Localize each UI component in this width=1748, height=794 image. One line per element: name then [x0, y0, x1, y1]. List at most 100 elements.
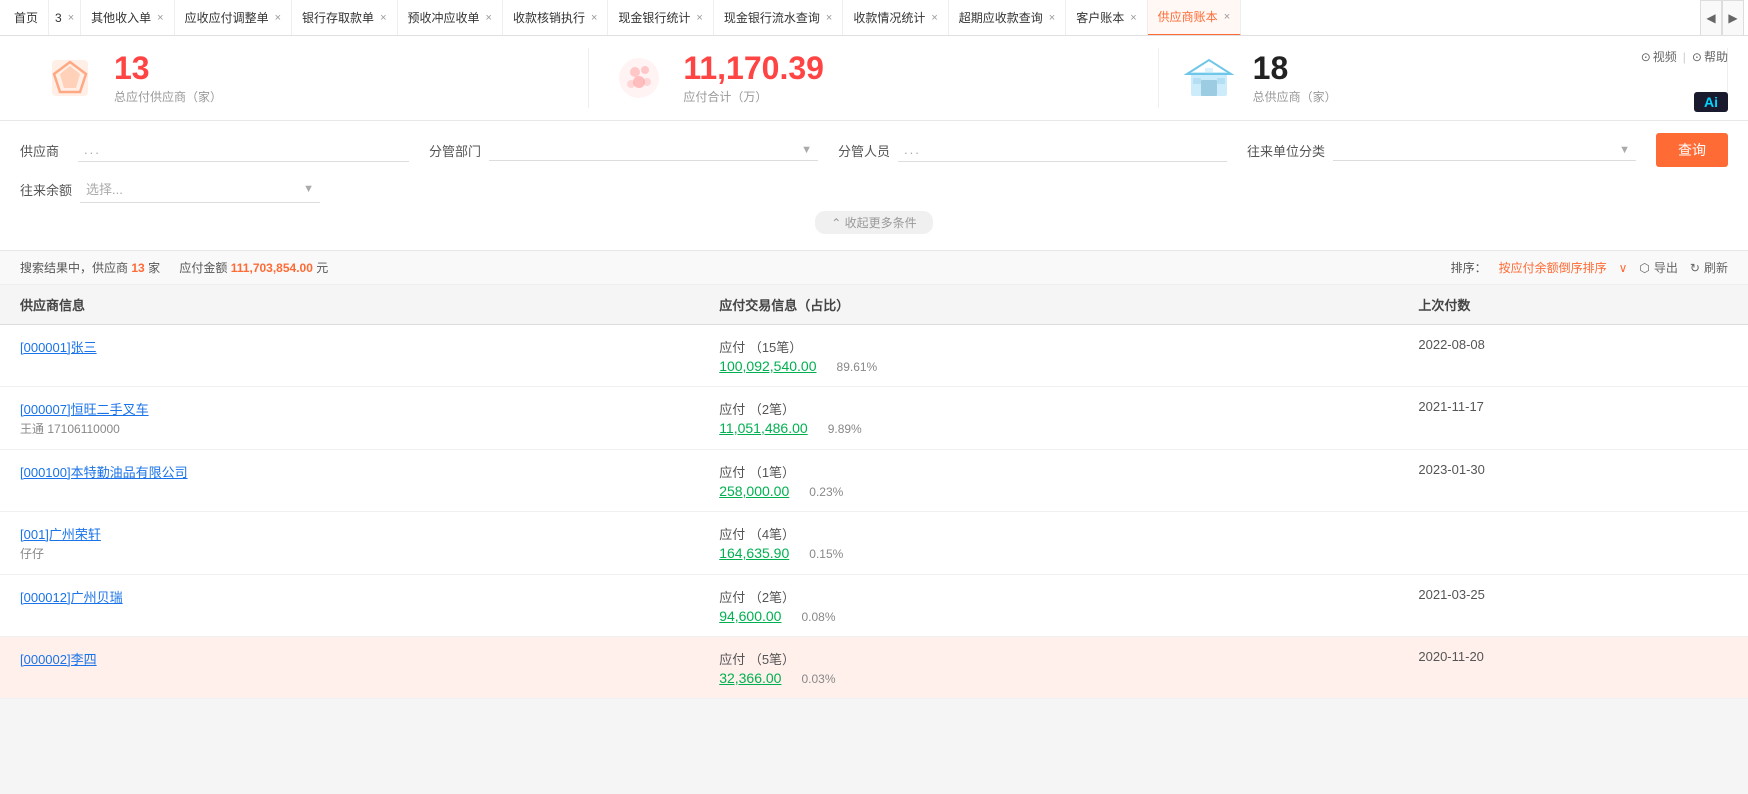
- amount-suffix: 元: [316, 261, 328, 275]
- col-supplier-info: 供应商信息: [0, 285, 699, 325]
- filter-category: 往来单位分类 ▼: [1247, 140, 1636, 161]
- tx-label: 应付: [719, 340, 745, 355]
- tx-percent: 0.03%: [801, 672, 835, 686]
- category-arrow-icon: ▼: [1619, 144, 1630, 156]
- tx-label: 应付: [719, 402, 745, 417]
- tx-cell: 应付 （4笔） 164,635.90 0.15%: [699, 512, 1398, 575]
- tx-amount[interactable]: 258,000.00: [719, 483, 789, 499]
- toolbar-right: 排序： 按应付余额倒序排序 ∨ ⬡ 导出 ↻ 刷新: [1451, 259, 1728, 276]
- tx-count: （15笔）: [749, 340, 802, 355]
- col-tx-info: 应付交易信息（占比）: [699, 285, 1398, 325]
- tx-amount-row: 94,600.00 0.08%: [719, 608, 1378, 624]
- tx-cell: 应付 （1笔） 258,000.00 0.23%: [699, 450, 1398, 512]
- help-link[interactable]: 帮助: [1704, 48, 1728, 65]
- tx-label: 应付: [719, 465, 745, 480]
- nav-tab-customer-ledger[interactable]: 客户账本 ×: [1066, 0, 1147, 36]
- supplier-cell: [000100]本特勤油品有限公司: [0, 450, 699, 512]
- dept-select[interactable]: ▼: [489, 140, 818, 161]
- nav-tab-home[interactable]: 首页: [4, 0, 49, 36]
- tx-count: （1笔）: [749, 465, 795, 480]
- nav-tab-prepay-offset-label: 预收冲应收单: [408, 9, 480, 26]
- table-row: [000001]张三 应付 （15笔） 100,092,540.00 89.61…: [0, 325, 1748, 387]
- nav-tab-prepay-offset[interactable]: 预收冲应收单 ×: [398, 0, 503, 36]
- nav-next-arrow[interactable]: ▶: [1722, 0, 1744, 36]
- summary-total-suppliers-text: 18 总供应商（家）: [1253, 52, 1337, 105]
- supplier-dots: ...: [84, 142, 101, 157]
- table-row: [000002]李四 应付 （5笔） 32,366.00 0.03% 2020-…: [0, 637, 1748, 699]
- supplier-link[interactable]: [000012]广州贝瑞: [20, 590, 123, 605]
- nav-tab-cash-bank-stat-close[interactable]: ×: [696, 12, 702, 24]
- tx-amount[interactable]: 164,635.90: [719, 545, 789, 561]
- supplier-link[interactable]: [000002]李四: [20, 652, 97, 667]
- video-icon: ⊙: [1641, 50, 1651, 64]
- nav-tab-ar-ap-adjust-close[interactable]: ×: [275, 12, 281, 24]
- filter-supplier: 供应商 ...: [20, 138, 409, 162]
- store-icon: [1179, 48, 1239, 108]
- nav-tab-prepay-offset-close[interactable]: ×: [486, 12, 492, 24]
- balance-arrow-icon: ▼: [303, 183, 314, 195]
- sort-value[interactable]: 按应付余额倒序排序: [1499, 259, 1607, 276]
- nav-tab-overdue-ar-label: 超期应收款查询: [959, 9, 1043, 26]
- nav-tab-customer-ledger-close[interactable]: ×: [1130, 12, 1136, 24]
- person-dots: ...: [904, 142, 921, 157]
- tx-amount[interactable]: 32,366.00: [719, 670, 781, 686]
- nav-prev-arrow[interactable]: ◀: [1700, 0, 1722, 36]
- category-select[interactable]: ▼: [1333, 140, 1636, 161]
- tx-label-row: 应付 （1笔）: [719, 462, 1378, 481]
- filter-dept: 分管部门 ▼: [429, 140, 818, 161]
- nav-tab-3-close[interactable]: ×: [68, 12, 74, 24]
- export-button[interactable]: ⬡ 导出: [1639, 259, 1678, 276]
- nav-tab-bank-deposit[interactable]: 银行存取款单 ×: [292, 0, 397, 36]
- supplier-link[interactable]: [000001]张三: [20, 340, 97, 355]
- balance-select[interactable]: 选择... ▼: [80, 175, 320, 203]
- nav-tab-supplier-ledger[interactable]: 供应商账本 ×: [1148, 0, 1241, 36]
- person-input[interactable]: ...: [898, 138, 1227, 162]
- nav-tab-collection-verify-close[interactable]: ×: [591, 12, 597, 24]
- summary-payable-total: 11,170.39 应付合计（万）: [589, 48, 1158, 108]
- tx-label-row: 应付 （2笔）: [719, 399, 1378, 418]
- tx-percent: 89.61%: [837, 360, 878, 374]
- filter-row-1: 供应商 ... 分管部门 ▼ 分管人员 ... 往来单位分类 ▼: [20, 133, 1728, 167]
- summary-payable-total-text: 11,170.39 应付合计（万）: [683, 52, 824, 105]
- last-payment-cell: 2022-08-08: [1398, 325, 1748, 387]
- nav-tab-ar-ap-adjust[interactable]: 应收应付调整单 ×: [175, 0, 292, 36]
- ai-button[interactable]: Ai: [1694, 92, 1728, 112]
- supplier-link[interactable]: [000007]恒旺二手叉车: [20, 402, 149, 417]
- last-payment-date: 2023-01-30: [1418, 462, 1485, 477]
- nav-tab-bank-deposit-close[interactable]: ×: [380, 12, 386, 24]
- export-label[interactable]: 导出: [1654, 259, 1678, 276]
- nav-tab-other-income-close[interactable]: ×: [157, 12, 163, 24]
- data-table-area: 供应商信息 应付交易信息（占比） 上次付数 [000001]张三 应付 （15笔…: [0, 285, 1748, 699]
- tx-amount[interactable]: 11,051,486.00: [719, 420, 808, 436]
- nav-tab-overdue-ar[interactable]: 超期应收款查询 ×: [949, 0, 1066, 36]
- nav-tab-collection-stat-label: 收款情况统计: [853, 9, 925, 26]
- video-link[interactable]: 视频: [1653, 48, 1677, 65]
- nav-tab-supplier-ledger-close[interactable]: ×: [1224, 11, 1230, 23]
- supplier-link[interactable]: [001]广州荣轩: [20, 527, 101, 542]
- sort-arrow-icon[interactable]: ∨: [1619, 261, 1628, 275]
- grain-icon: [609, 48, 669, 108]
- nav-tab-collection-stat[interactable]: 收款情况统计 ×: [843, 0, 948, 36]
- tx-amount[interactable]: 94,600.00: [719, 608, 781, 624]
- nav-tab-other-income[interactable]: 其他收入单 ×: [81, 0, 174, 36]
- nav-tab-cash-flow-query-close[interactable]: ×: [826, 12, 832, 24]
- tx-amount[interactable]: 100,092,540.00: [719, 358, 816, 374]
- nav-tab-collection-verify[interactable]: 收款核销执行 ×: [503, 0, 608, 36]
- table-row: [001]广州荣轩 仔仔 应付 （4笔） 164,635.90 0.15%: [0, 512, 1748, 575]
- filter-category-label: 往来单位分类: [1247, 141, 1325, 160]
- supplier-link[interactable]: [000100]本特勤油品有限公司: [20, 465, 188, 480]
- tx-amount-row: 164,635.90 0.15%: [719, 545, 1378, 561]
- query-button[interactable]: 查询: [1656, 133, 1728, 167]
- nav-tab-3[interactable]: 3 ×: [49, 0, 81, 36]
- filter-balance: 往来余额 选择... ▼: [20, 175, 320, 203]
- nav-tab-cash-flow-query[interactable]: 现金银行流水查询 ×: [714, 0, 843, 36]
- collapse-button[interactable]: ⌃ 收起更多条件: [20, 211, 1728, 234]
- supplier-input[interactable]: ...: [78, 138, 409, 162]
- nav-tab-overdue-ar-close[interactable]: ×: [1049, 12, 1055, 24]
- nav-tab-cash-bank-stat[interactable]: 现金银行统计 ×: [608, 0, 713, 36]
- nav-tab-collection-stat-close[interactable]: ×: [931, 12, 937, 24]
- tx-cell: 应付 （5笔） 32,366.00 0.03%: [699, 637, 1398, 699]
- filter-area: 供应商 ... 分管部门 ▼ 分管人员 ... 往来单位分类 ▼: [0, 121, 1748, 251]
- refresh-label[interactable]: 刷新: [1704, 259, 1728, 276]
- refresh-button[interactable]: ↻ 刷新: [1690, 259, 1728, 276]
